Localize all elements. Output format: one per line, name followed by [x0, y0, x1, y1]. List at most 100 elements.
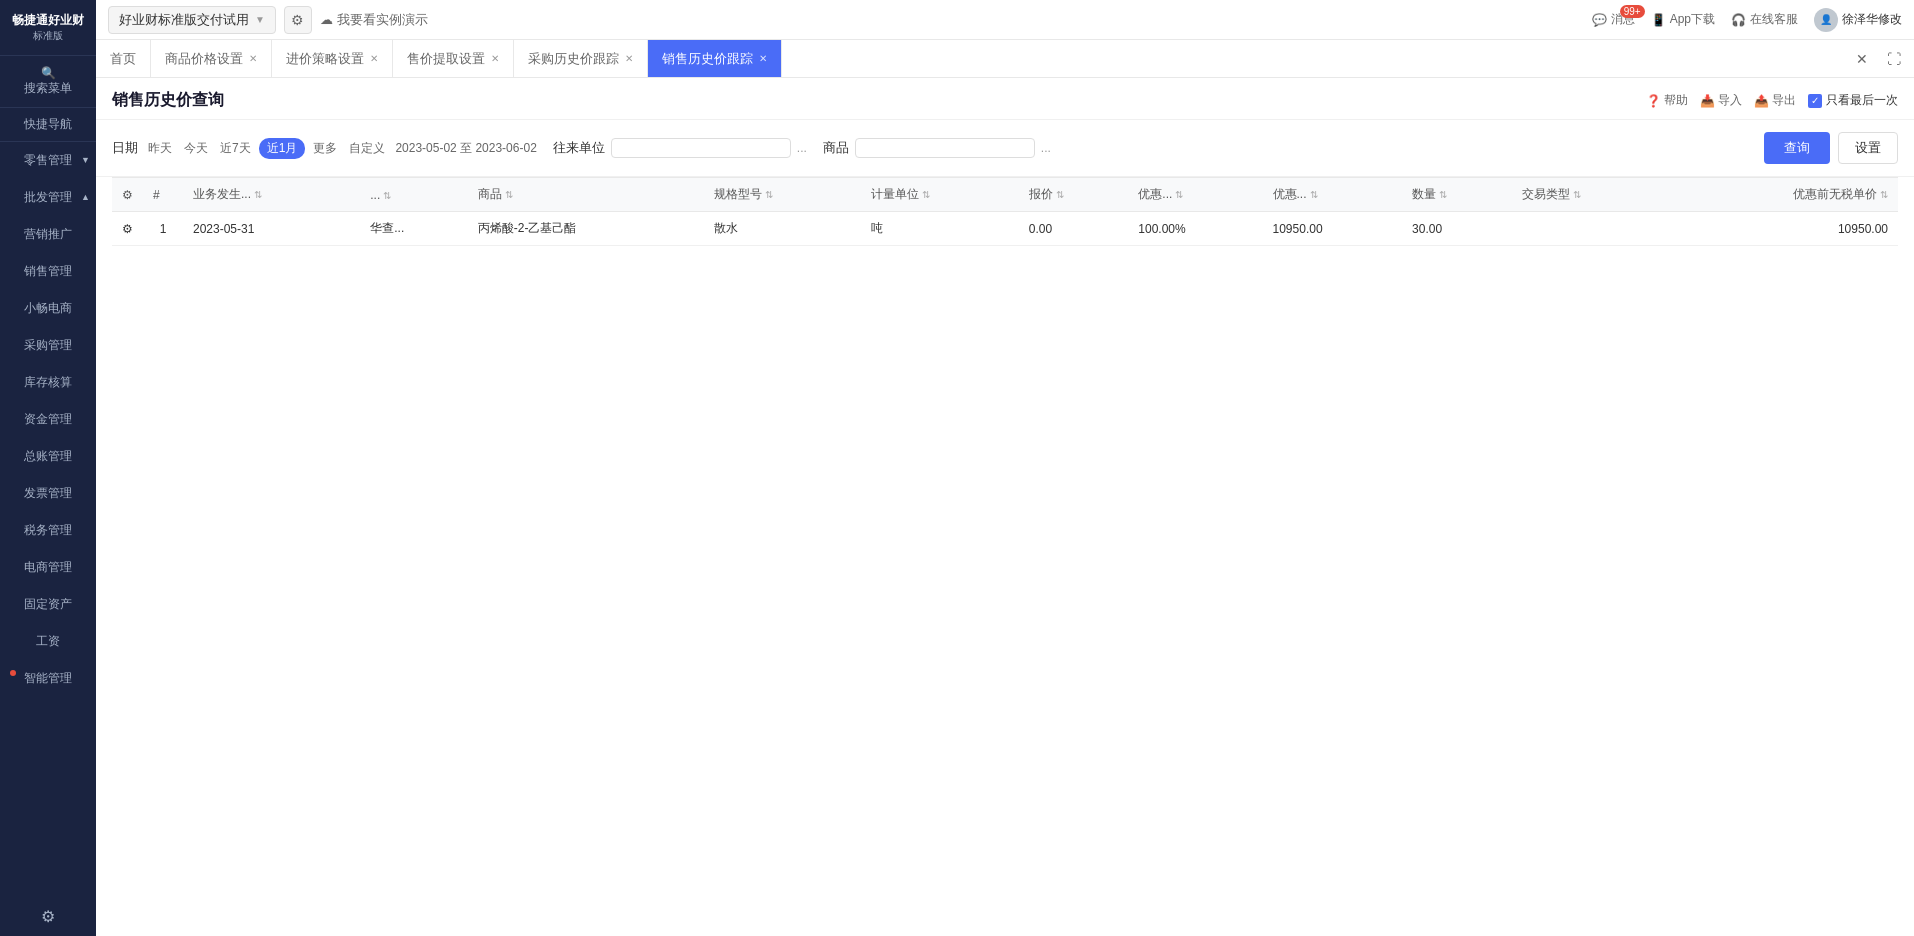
sidebar-item-purchase[interactable]: 采购管理	[0, 327, 96, 364]
col-gear[interactable]: ⚙	[112, 178, 143, 212]
sidebar-item-search[interactable]: 🔍 搜索菜单	[0, 56, 96, 108]
date-opt-last7[interactable]: 近7天	[216, 138, 255, 159]
sidebar-item-retail[interactable]: 零售管理	[0, 142, 96, 179]
sidebar-item-payroll[interactable]: 工资	[0, 623, 96, 660]
tab-purchase-strategy-close[interactable]: ✕	[370, 53, 378, 64]
close-tab-button[interactable]: ✕	[1850, 47, 1874, 71]
phone-icon: 📱	[1651, 13, 1666, 27]
tab-purchase-history-close[interactable]: ✕	[625, 53, 633, 64]
last-only-checkbox[interactable]: ✓	[1808, 94, 1822, 108]
col-pretax-price[interactable]: 优惠前无税单价⇅	[1669, 178, 1898, 212]
user-info[interactable]: 👤 徐泽华修改	[1814, 8, 1902, 32]
topbar-settings-button[interactable]: ⚙	[284, 6, 312, 34]
tab-price-extract-label: 售价提取设置	[407, 50, 485, 68]
date-opt-last1month[interactable]: 近1月	[259, 138, 306, 159]
sidebar-tax-label: 税务管理	[24, 522, 72, 539]
import-icon: 📥	[1700, 94, 1715, 108]
sidebar-item-tax[interactable]: 税务管理	[0, 512, 96, 549]
sidebar-item-quicknav[interactable]: 快捷导航	[0, 108, 96, 142]
sidebar-item-invoice[interactable]: 发票管理	[0, 475, 96, 512]
tab-price-extract-close[interactable]: ✕	[491, 53, 499, 64]
export-link[interactable]: 📤 导出	[1754, 92, 1796, 109]
col-price[interactable]: 报价⇅	[1019, 178, 1129, 212]
headset-icon: 🎧	[1731, 13, 1746, 27]
customer-input[interactable]	[620, 141, 782, 155]
sidebar-sales-label: 销售管理	[24, 263, 72, 280]
message-icon: 💬	[1592, 13, 1607, 27]
sidebar-item-smart[interactable]: 智能管理	[0, 660, 96, 697]
tab-purchase-strategy[interactable]: 进价策略设置 ✕	[272, 40, 393, 78]
messages-button[interactable]: 💬 消息 99+	[1592, 11, 1635, 28]
tab-price-settings-close[interactable]: ✕	[249, 53, 257, 64]
date-opt-today[interactable]: 今天	[180, 138, 212, 159]
sidebar-item-ecommerce-small[interactable]: 小畅电商	[0, 290, 96, 327]
col-product[interactable]: 商品⇅	[468, 178, 704, 212]
date-opt-custom[interactable]: 自定义	[345, 138, 389, 159]
row-unit: 吨	[861, 212, 1018, 246]
import-link[interactable]: 📥 导入	[1700, 92, 1742, 109]
tab-sales-history[interactable]: 销售历史价跟踪 ✕	[648, 40, 782, 78]
tab-sales-history-close[interactable]: ✕	[759, 53, 767, 64]
product-input[interactable]	[864, 141, 1026, 155]
row-num: 1	[143, 212, 183, 246]
date-options: 昨天 今天 近7天 近1月 更多 自定义	[144, 138, 389, 159]
sidebar: 畅捷通好业财 标准版 🔍 搜索菜单 快捷导航 零售管理 批发管理 营销推广 销售…	[0, 0, 96, 936]
last-only-checkbox-label[interactable]: ✓ 只看最后一次	[1808, 92, 1898, 109]
col-date[interactable]: 业务发生...⇅	[183, 178, 360, 212]
sidebar-item-fixed-assets[interactable]: 固定资产	[0, 586, 96, 623]
col-quantity[interactable]: 数量⇅	[1402, 178, 1512, 212]
col-discount1[interactable]: 优惠...⇅	[1128, 178, 1262, 212]
sidebar-item-inventory[interactable]: 库存核算	[0, 364, 96, 401]
date-range-display: 2023-05-02 至 2023-06-02	[395, 140, 536, 157]
tab-price-settings-label: 商品价格设置	[165, 50, 243, 68]
col-spec[interactable]: 规格型号⇅	[704, 178, 861, 212]
sidebar-settings-button[interactable]: ⚙	[0, 897, 96, 936]
date-filter-group: 日期 昨天 今天 近7天 近1月 更多 自定义 2023-05-02 至 202…	[112, 138, 537, 159]
date-opt-more[interactable]: 更多	[309, 138, 341, 159]
online-service-button[interactable]: 🎧 在线客服	[1731, 11, 1798, 28]
tab-purchase-history[interactable]: 采购历史价跟踪 ✕	[514, 40, 648, 78]
app-download-button[interactable]: 📱 App下载	[1651, 11, 1715, 28]
col-more[interactable]: ...⇅	[360, 178, 468, 212]
tab-price-settings[interactable]: 商品价格设置 ✕	[151, 40, 272, 78]
row-spec: 散水	[704, 212, 861, 246]
product-input-wrap	[855, 138, 1035, 158]
tab-home[interactable]: 首页	[96, 40, 151, 78]
help-link[interactable]: ❓ 帮助	[1646, 92, 1688, 109]
edition-selector[interactable]: 好业财标准版交付试用 ▼	[108, 6, 276, 34]
sidebar-logo: 畅捷通好业财 标准版	[0, 0, 96, 56]
customer-more-button[interactable]: ...	[797, 141, 807, 155]
sidebar-item-sales[interactable]: 销售管理	[0, 253, 96, 290]
user-name: 徐泽华修改	[1842, 11, 1902, 28]
sidebar-item-finance[interactable]: 资金管理	[0, 401, 96, 438]
sidebar-item-wholesale[interactable]: 批发管理	[0, 179, 96, 216]
product-more-button[interactable]: ...	[1041, 141, 1051, 155]
app-name: 畅捷通好业财	[12, 12, 84, 29]
maximize-button[interactable]: ⛶	[1882, 47, 1906, 71]
sidebar-item-ledger[interactable]: 总账管理	[0, 438, 96, 475]
date-opt-yesterday[interactable]: 昨天	[144, 138, 176, 159]
demo-label: 我要看实例演示	[337, 11, 428, 29]
table-header: ⚙ # 业务发生...⇅ ...⇅ 商品⇅ 规格型号⇅ 计量单位⇅ 报价⇅ 优惠…	[112, 178, 1898, 212]
tab-sales-history-label: 销售历史价跟踪	[662, 50, 753, 68]
settings-icon: ⚙	[41, 908, 55, 925]
sidebar-item-ecommerce[interactable]: 电商管理	[0, 549, 96, 586]
demo-link[interactable]: ☁ 我要看实例演示	[320, 11, 428, 29]
tabbar: 首页 商品价格设置 ✕ 进价策略设置 ✕ 售价提取设置 ✕ 采购历史价跟踪 ✕ …	[96, 40, 1914, 78]
filter-settings-button[interactable]: 设置	[1838, 132, 1898, 164]
row-gear[interactable]: ⚙	[112, 212, 143, 246]
sidebar-fixed-assets-label: 固定资产	[24, 596, 72, 613]
col-unit[interactable]: 计量单位⇅	[861, 178, 1018, 212]
tab-price-extract[interactable]: 售价提取设置 ✕	[393, 40, 514, 78]
row-quantity: 30.00	[1402, 212, 1512, 246]
sidebar-item-marketing[interactable]: 营销推广	[0, 216, 96, 253]
tab-purchase-history-label: 采购历史价跟踪	[528, 50, 619, 68]
date-filter-label: 日期	[112, 139, 138, 157]
chevron-down-icon: ▼	[255, 14, 265, 25]
row-discount1: 100.00%	[1128, 212, 1262, 246]
col-trade-type[interactable]: 交易类型⇅	[1512, 178, 1669, 212]
query-button[interactable]: 查询	[1764, 132, 1830, 164]
tab-purchase-strategy-label: 进价策略设置	[286, 50, 364, 68]
table-row: ⚙ 1 2023-05-31 华查... 丙烯酸-2-乙基己酯 散水 吨 0.0…	[112, 212, 1898, 246]
col-discount2[interactable]: 优惠...⇅	[1263, 178, 1403, 212]
